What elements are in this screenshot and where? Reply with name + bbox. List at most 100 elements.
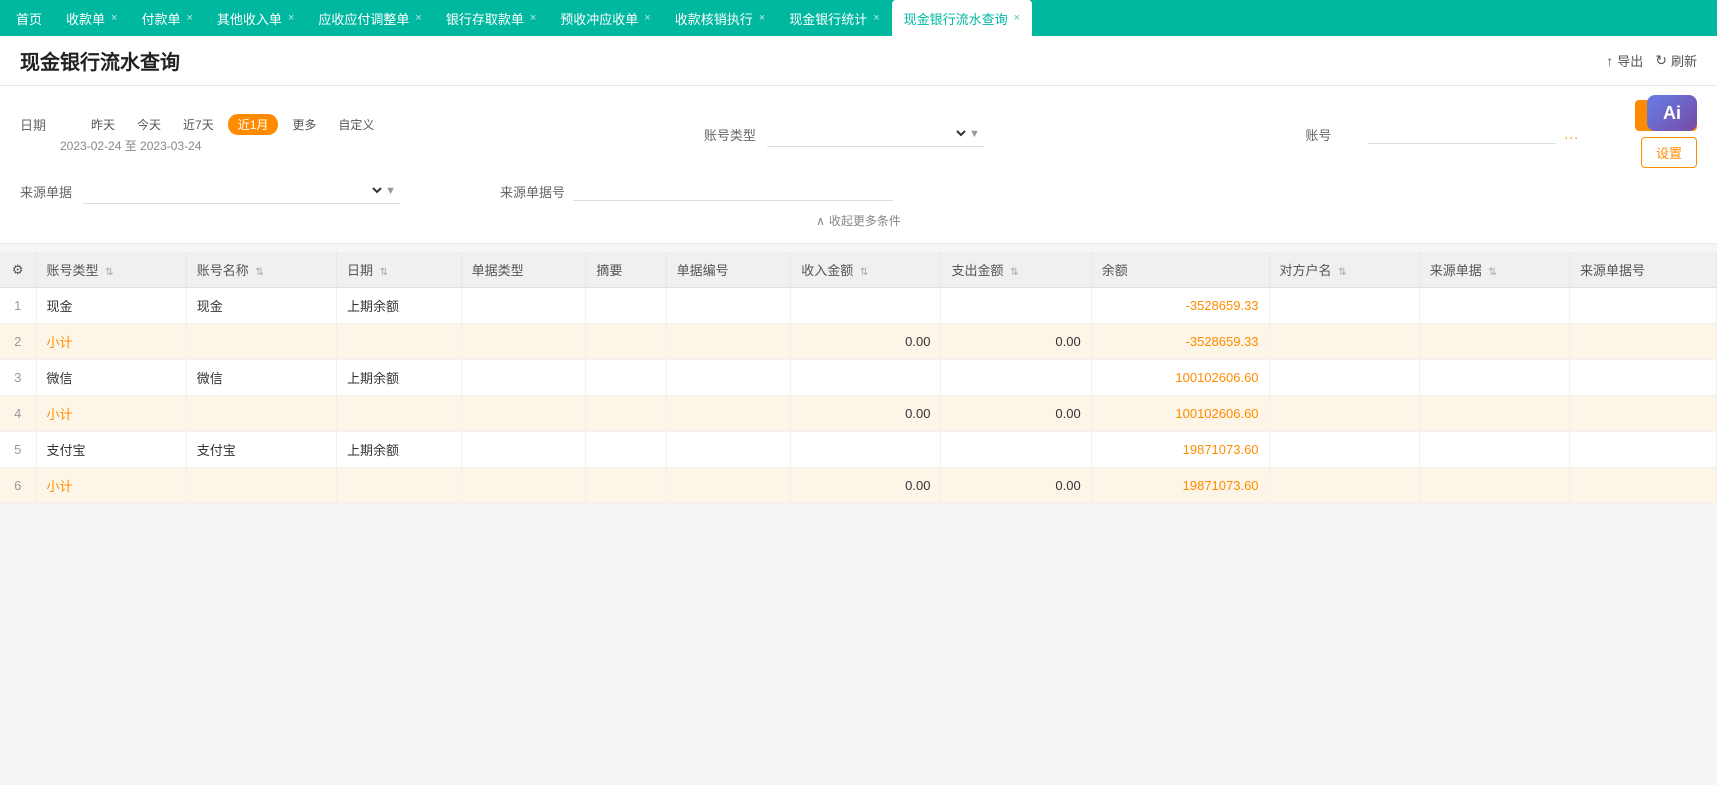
cell-doc-no [666, 468, 791, 504]
table-row[interactable]: 6小计0.000.0019871073.60 [0, 468, 1717, 504]
nav-home[interactable]: 首页 [4, 0, 54, 36]
cell-date: 上期余额 [337, 360, 462, 396]
close-tab-1-icon[interactable]: × [186, 12, 192, 24]
close-tab-6-icon[interactable]: × [759, 12, 765, 24]
account-type-select[interactable]: 现金 微信 支付宝 [771, 123, 969, 144]
account-type-label: 账号类型 [704, 125, 759, 144]
cell-counterparty [1269, 324, 1419, 360]
cell-account-name: 微信 [186, 360, 336, 396]
th-account-name[interactable]: 账号名称 ⇅ [186, 252, 336, 288]
table-row[interactable]: 5支付宝支付宝上期余额19871073.60 [0, 432, 1717, 468]
cell-account-type: 小计 [36, 468, 186, 504]
source-doc-num-input[interactable] [573, 181, 893, 201]
table-body: 1现金现金上期余额-3528659.332小计0.000.00-3528659.… [0, 288, 1717, 504]
refresh-button[interactable]: ↻ 刷新 [1655, 51, 1697, 70]
cell-num: 2 [0, 324, 36, 360]
close-tab-2-icon[interactable]: × [288, 12, 294, 24]
header-actions: ↑ 导出 ↻ 刷新 [1606, 51, 1697, 70]
settings-button[interactable]: 设置 [1641, 137, 1697, 168]
export-icon: ↑ [1606, 53, 1613, 69]
collapse-up-icon: ∧ [816, 214, 825, 228]
cell-summary [586, 432, 666, 468]
ai-assistant-badge[interactable]: Ai [1647, 95, 1697, 131]
cell-balance: -3528659.33 [1091, 324, 1269, 360]
cell-source-doc [1419, 432, 1569, 468]
date-btn-yesterday[interactable]: 昨天 [83, 114, 123, 135]
source-doc-chevron-icon: ▼ [385, 185, 396, 197]
cell-summary [586, 468, 666, 504]
close-tab-4-icon[interactable]: × [530, 12, 536, 24]
close-tab-7-icon[interactable]: × [873, 12, 879, 24]
th-account-type[interactable]: 账号类型 ⇅ [36, 252, 186, 288]
nav-tab-5[interactable]: 预收冲应收单 × [548, 0, 662, 36]
th-date[interactable]: 日期 ⇅ [337, 252, 462, 288]
th-counterparty[interactable]: 对方户名 ⇅ [1269, 252, 1419, 288]
th-balance: 余额 [1091, 252, 1269, 288]
th-income[interactable]: 收入金额 ⇅ [791, 252, 941, 288]
nav-tab-1[interactable]: 付款单 × [129, 0, 204, 36]
cell-source-doc-no [1570, 396, 1717, 432]
source-doc-select-wrapper: ▼ [83, 178, 400, 204]
cell-source-doc-no [1570, 432, 1717, 468]
data-table-container: ⚙ 账号类型 ⇅ 账号名称 ⇅ 日期 ⇅ 单据类型 摘要 单据编号 收入金额 ⇅… [0, 252, 1717, 504]
data-table: ⚙ 账号类型 ⇅ 账号名称 ⇅ 日期 ⇅ 单据类型 摘要 单据编号 收入金额 ⇅… [0, 252, 1717, 504]
nav-tab-7[interactable]: 现金银行统计 × [777, 0, 891, 36]
close-tab-5-icon[interactable]: × [644, 12, 650, 24]
cell-doc-type [461, 288, 586, 324]
th-gear[interactable]: ⚙ [0, 252, 36, 288]
cell-account-type: 现金 [36, 288, 186, 324]
cell-expense [941, 288, 1091, 324]
filter-area: 日期 昨天 今天 近7天 近1月 更多 自定义 2023-02-24 至 202… [0, 86, 1717, 244]
nav-tab-2[interactable]: 其他收入单 × [205, 0, 306, 36]
table-row[interactable]: 2小计0.000.00-3528659.33 [0, 324, 1717, 360]
cell-source-doc-no [1570, 360, 1717, 396]
collapse-bar[interactable]: ∧ 收起更多条件 [20, 208, 1697, 233]
filter-row-1: 日期 昨天 今天 近7天 近1月 更多 自定义 2023-02-24 至 202… [20, 100, 1697, 168]
export-button[interactable]: ↑ 导出 [1606, 51, 1643, 70]
date-btn-more[interactable]: 更多 [284, 114, 324, 135]
cell-summary [586, 396, 666, 432]
cell-balance: 100102606.60 [1091, 396, 1269, 432]
cell-summary [586, 360, 666, 396]
cell-expense [941, 432, 1091, 468]
table-row[interactable]: 3微信微信上期余额100102606.60 [0, 360, 1717, 396]
source-doc-num-label: 来源单据号 [500, 182, 565, 201]
cell-counterparty [1269, 468, 1419, 504]
close-tab-8-icon[interactable]: × [1014, 12, 1020, 24]
cell-account-type: 小计 [36, 324, 186, 360]
nav-tab-3[interactable]: 应收应付调整单 × [306, 0, 433, 36]
cell-doc-no [666, 324, 791, 360]
cell-account-name [186, 324, 336, 360]
nav-tab-6[interactable]: 收款核销执行 × [663, 0, 777, 36]
table-row[interactable]: 1现金现金上期余额-3528659.33 [0, 288, 1717, 324]
account-input[interactable] [1368, 124, 1556, 144]
nav-tab-8[interactable]: 现金银行流水查询 × [892, 0, 1032, 36]
cell-source-doc-no [1570, 288, 1717, 324]
close-tab-0-icon[interactable]: × [111, 12, 117, 24]
nav-tab-4[interactable]: 银行存取款单 × [434, 0, 548, 36]
date-btn-today[interactable]: 今天 [129, 114, 169, 135]
cell-num: 4 [0, 396, 36, 432]
table-row[interactable]: 4小计0.000.00100102606.60 [0, 396, 1717, 432]
cell-num: 5 [0, 432, 36, 468]
source-doc-select[interactable] [87, 180, 385, 201]
cell-source-doc-no [1570, 468, 1717, 504]
cell-doc-type [461, 468, 586, 504]
page-header: 现金银行流水查询 ↑ 导出 ↻ 刷新 [0, 36, 1717, 86]
date-btn-7days[interactable]: 近7天 [175, 114, 222, 135]
th-source-doc[interactable]: 来源单据 ⇅ [1419, 252, 1569, 288]
cell-income [791, 360, 941, 396]
filter-row-2: 来源单据 ▼ 来源单据号 [20, 178, 1697, 204]
account-label: 账号 [1305, 125, 1360, 144]
date-btn-custom[interactable]: 自定义 [330, 114, 382, 135]
date-btn-1month[interactable]: 近1月 [228, 114, 279, 135]
cell-date [337, 396, 462, 432]
close-tab-3-icon[interactable]: × [415, 12, 421, 24]
nav-tab-0[interactable]: 收款单 × [54, 0, 129, 36]
cell-account-type: 小计 [36, 396, 186, 432]
cell-date: 上期余额 [337, 288, 462, 324]
th-expense[interactable]: 支出金额 ⇅ [941, 252, 1091, 288]
cell-num: 6 [0, 468, 36, 504]
cell-balance: -3528659.33 [1091, 288, 1269, 324]
account-ellipsis-button[interactable]: ... [1564, 126, 1579, 142]
